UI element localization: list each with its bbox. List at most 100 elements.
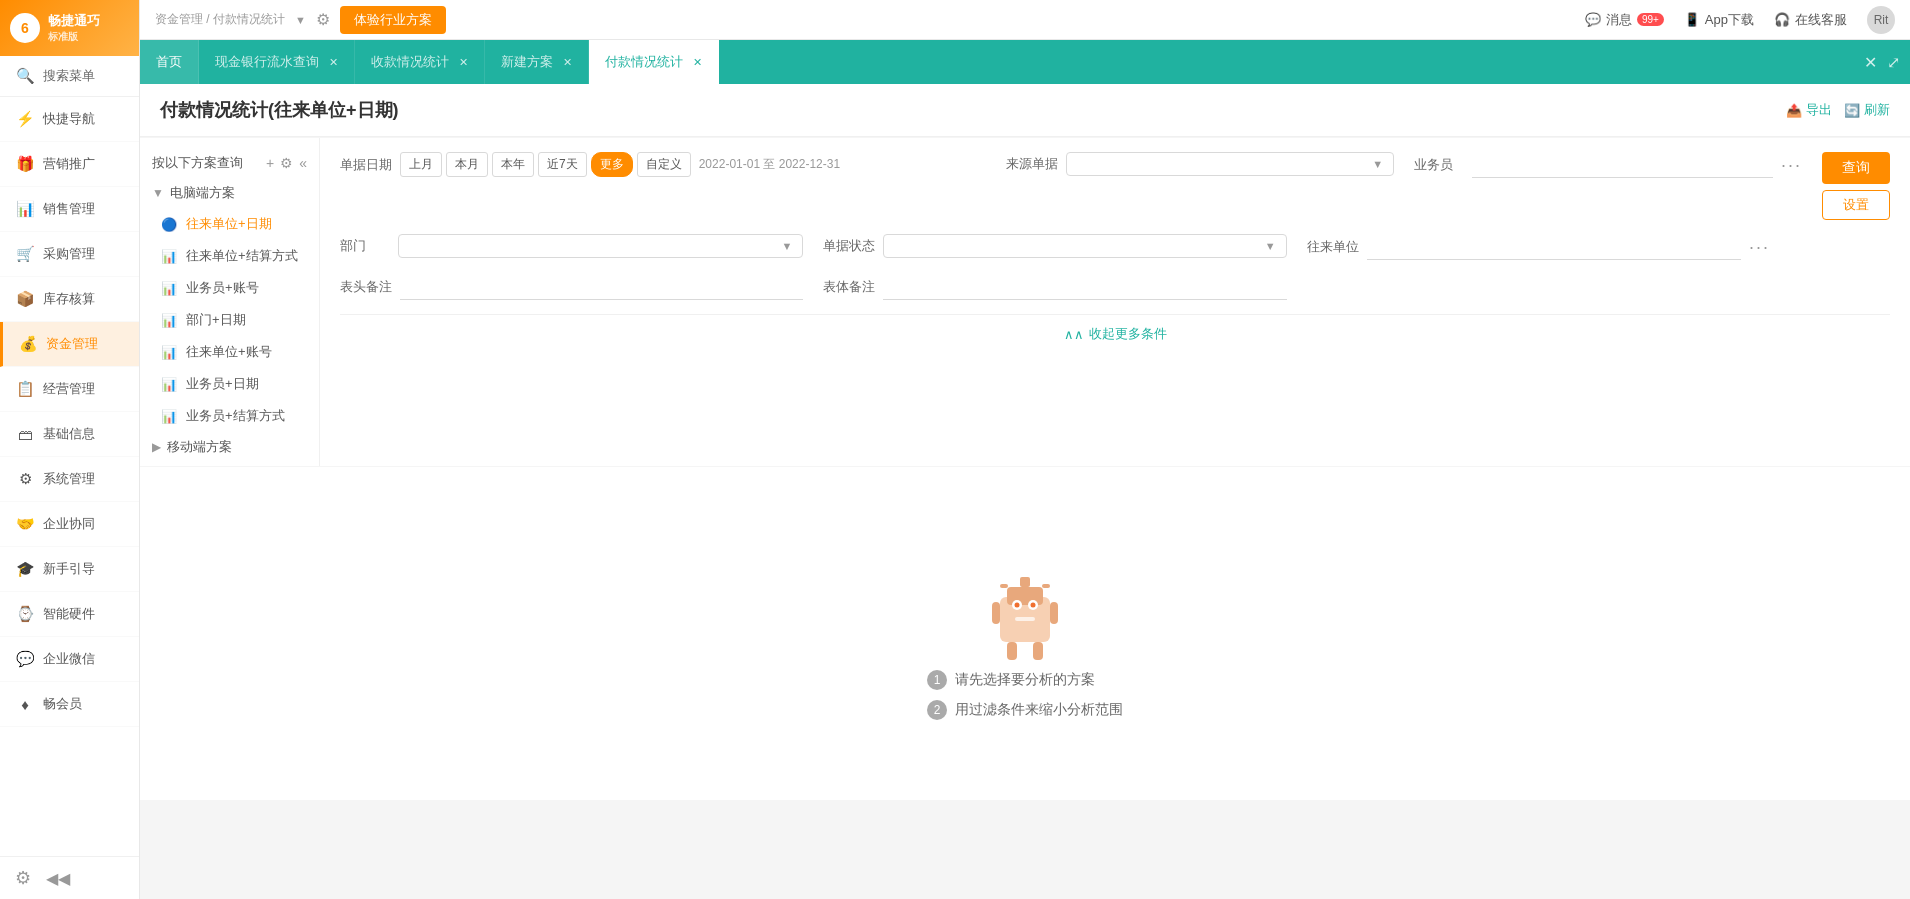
sidebar-item-purchase[interactable]: 🛒 采购管理 <box>0 232 139 277</box>
sidebar-item-system[interactable]: ⚙ 系统管理 <box>0 457 139 502</box>
tab-payment-close[interactable]: ✕ <box>693 56 702 69</box>
scheme-collapse-icon[interactable]: « <box>299 155 307 171</box>
header-note-input[interactable] <box>400 274 803 300</box>
tab-bank[interactable]: 现金银行流水查询✕ <box>199 40 355 84</box>
collapse-bar[interactable]: ∧∧ 收起更多条件 <box>340 314 1890 353</box>
sidebar-item-member[interactable]: ♦ 畅会员 <box>0 682 139 727</box>
scheme-sidebar-actions: + ⚙ « <box>266 155 307 171</box>
sidebar-item-wechat[interactable]: 💬 企业微信 <box>0 637 139 682</box>
date-buttons: 上月 本月 本年 近7天 更多 自定义 2022-01-01 至 2022-12… <box>400 152 840 177</box>
tab-home-label: 首页 <box>156 53 182 71</box>
dept-chevron-icon: ▼ <box>781 240 792 252</box>
collapse-icon[interactable]: ◀◀ <box>46 869 70 888</box>
online-service-action[interactable]: 🎧 在线客服 <box>1774 11 1847 29</box>
custom-btn[interactable]: 自定义 <box>637 152 691 177</box>
scheme-item-salesman-account[interactable]: 📊 业务员+账号 <box>148 272 319 304</box>
tab-receipt[interactable]: 收款情况统计 ✕ <box>355 40 485 84</box>
salesman-account-icon: 📊 <box>160 279 178 297</box>
party-payment-icon: 📊 <box>160 247 178 265</box>
message-action[interactable]: 💬 消息 99+ <box>1585 11 1664 29</box>
body-note-input[interactable] <box>883 274 1286 300</box>
scheme-item-party-date[interactable]: 🔵 往来单位+日期 <box>148 208 319 240</box>
mobile-schemes-category[interactable]: ▶ 移动端方案 <box>140 432 319 456</box>
date-filter: 单据日期 上月 本月 本年 近7天 更多 自定义 2022-01-01 至 20… <box>340 152 986 177</box>
scheme-item-salesman-date[interactable]: 📊 业务员+日期 <box>148 368 319 400</box>
sidebar: 6 畅捷通巧 标准版 🔍 搜索菜单 ⚡ 快捷导航 🎁 营销推广 📊 销售管理 🛒… <box>0 0 140 899</box>
scheme-settings-icon[interactable]: ⚙ <box>280 155 293 171</box>
close-all-icon[interactable]: ✕ <box>1864 53 1877 72</box>
sidebar-item-inventory[interactable]: 📦 库存核算 <box>0 277 139 322</box>
status-select[interactable]: ▼ <box>883 234 1286 258</box>
sidebar-search[interactable]: 🔍 搜索菜单 <box>0 56 139 97</box>
svg-rect-1 <box>1007 587 1043 605</box>
tab-bank-close[interactable]: ✕ <box>329 56 338 69</box>
topbar-left: 资金管理 / 付款情况统计 ▼ ⚙ 体验行业方案 <box>155 6 446 34</box>
hardware-label: 智能硬件 <box>43 605 95 623</box>
tab-new-scheme-close[interactable]: ✕ <box>563 56 572 69</box>
salesman-dots-icon[interactable]: ··· <box>1781 155 1802 176</box>
sidebar-item-guide[interactable]: 🎓 新手引导 <box>0 547 139 592</box>
tab-receipt-close[interactable]: ✕ <box>459 56 468 69</box>
sidebar-item-hardware[interactable]: ⌚ 智能硬件 <box>0 592 139 637</box>
party-label: 往来单位 <box>1307 238 1359 256</box>
scheme-item-party-payment[interactable]: 📊 往来单位+结算方式 <box>148 240 319 272</box>
svg-rect-11 <box>1000 584 1008 588</box>
source-select[interactable]: ▼ <box>1066 152 1394 176</box>
sidebar-item-basic-info[interactable]: 🗃 基础信息 <box>0 412 139 457</box>
refresh-button[interactable]: 🔄 刷新 <box>1844 101 1890 119</box>
tab-new-scheme[interactable]: 新建方案✕ <box>485 40 589 84</box>
maximize-icon[interactable]: ⤢ <box>1887 53 1900 72</box>
sidebar-item-quick-nav[interactable]: ⚡ 快捷导航 <box>0 97 139 142</box>
app-download-action[interactable]: 📱 App下载 <box>1684 11 1754 29</box>
dept-select[interactable]: ▼ <box>398 234 803 258</box>
breadcrumb: 资金管理 / 付款情况统计 <box>155 11 285 28</box>
sales-icon: 📊 <box>15 199 35 219</box>
filter-container: 按以下方案查询 + ⚙ « ▼ 电脑端方案 🔵 往 <box>140 138 1910 466</box>
party-dots-icon[interactable]: ··· <box>1749 237 1770 258</box>
last-month-btn[interactable]: 上月 <box>400 152 442 177</box>
sidebar-item-finance[interactable]: 💰 资金管理 <box>0 322 139 367</box>
scheme-item-salesman-payment[interactable]: 📊 业务员+结算方式 <box>148 400 319 432</box>
status-chevron-icon: ▼ <box>1265 240 1276 252</box>
enterprise-label: 企业协同 <box>43 515 95 533</box>
tab-payment[interactable]: 付款情况统计 ✕ <box>589 40 719 84</box>
user-avatar[interactable]: Rit <box>1867 6 1895 34</box>
empty-illustration <box>965 547 1085 670</box>
filter-settings-button[interactable]: 设置 <box>1822 190 1890 220</box>
topbar-chevron-icon: ▼ <box>295 14 306 26</box>
scheme-item-party-account[interactable]: 📊 往来单位+账号 <box>148 336 319 368</box>
collapse-up-icon: ∧∧ <box>1064 327 1084 342</box>
this-month-btn[interactable]: 本月 <box>446 152 488 177</box>
trial-button[interactable]: 体验行业方案 <box>340 6 446 34</box>
last-7-days-btn[interactable]: 近7天 <box>538 152 587 177</box>
tab-payment-label: 付款情况统计 <box>605 53 683 71</box>
empty-tips: 1 请先选择要分析的方案 2 用过滤条件来缩小分析范围 <box>927 670 1123 720</box>
party-payment-label: 往来单位+结算方式 <box>186 247 298 265</box>
add-scheme-icon[interactable]: + <box>266 155 274 171</box>
sidebar-item-enterprise[interactable]: 🤝 企业协同 <box>0 502 139 547</box>
tab-receipt-label: 收款情况统计 <box>371 53 449 71</box>
scheme-item-dept-date[interactable]: 📊 部门+日期 <box>148 304 319 336</box>
settings-icon[interactable]: ⚙ <box>15 867 31 889</box>
tab-home[interactable]: 首页 <box>140 40 199 84</box>
sidebar-item-operation[interactable]: 📋 经营管理 <box>0 367 139 412</box>
this-year-btn[interactable]: 本年 <box>492 152 534 177</box>
party-input[interactable] <box>1367 234 1741 260</box>
sidebar-footer: ⚙ ◀◀ <box>0 856 139 899</box>
scheme-sidebar: 按以下方案查询 + ⚙ « ▼ 电脑端方案 🔵 往 <box>140 138 320 466</box>
search-label: 搜索菜单 <box>43 67 95 85</box>
salesman-input[interactable] <box>1472 152 1773 178</box>
sidebar-item-sales[interactable]: 📊 销售管理 <box>0 187 139 232</box>
query-button[interactable]: 查询 <box>1822 152 1890 184</box>
export-button[interactable]: 📤 导出 <box>1786 101 1832 119</box>
pc-schemes-category[interactable]: ▼ 电脑端方案 <box>140 178 319 208</box>
more-btn[interactable]: 更多 <box>591 152 633 177</box>
operation-label: 经营管理 <box>43 380 95 398</box>
brand-name: 畅捷通巧 <box>48 12 100 30</box>
empty-tip-1: 1 请先选择要分析的方案 <box>927 670 1123 690</box>
sidebar-item-marketing[interactable]: 🎁 营销推广 <box>0 142 139 187</box>
filter-row-3: 表头备注 表体备注 <box>340 274 1890 300</box>
topbar-settings-icon[interactable]: ⚙ <box>316 10 330 29</box>
page-header: 付款情况统计(往来单位+日期) 📤 导出 🔄 刷新 <box>140 84 1910 137</box>
dept-date-label: 部门+日期 <box>186 311 246 329</box>
